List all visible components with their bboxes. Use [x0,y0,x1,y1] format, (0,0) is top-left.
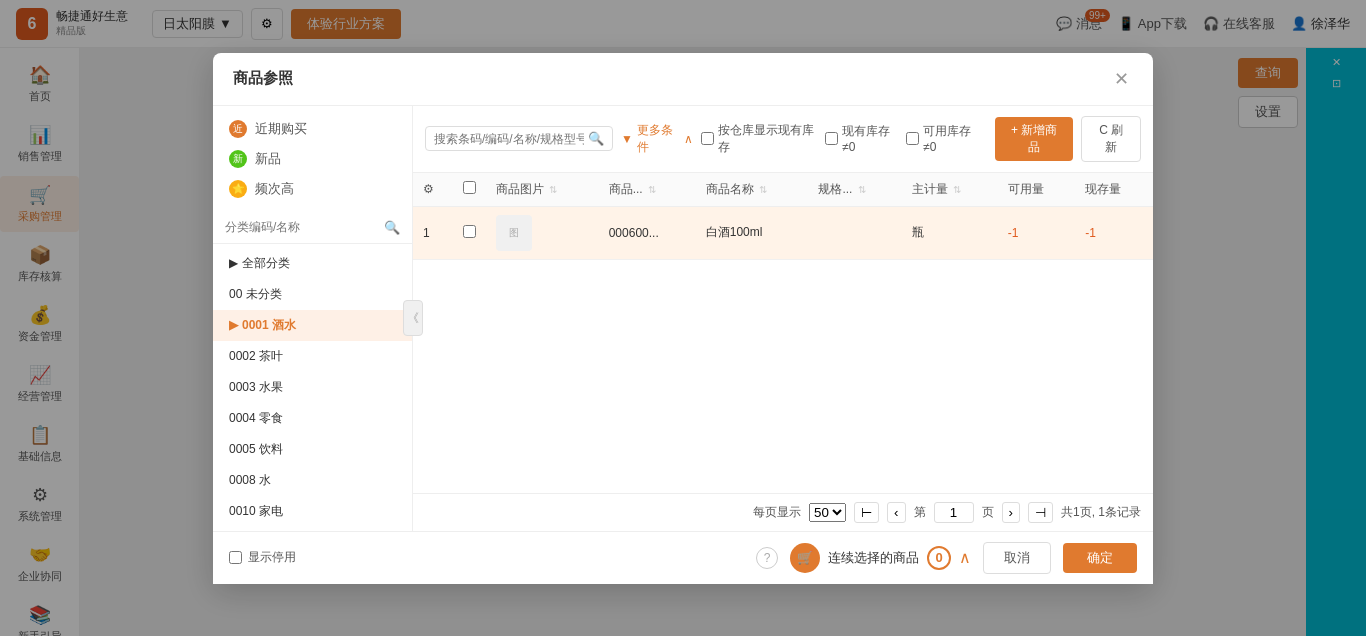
refresh-button[interactable]: C 刷新 [1081,116,1141,162]
category-beverages[interactable]: 0005 饮料 [213,434,412,465]
confirm-button[interactable]: 确定 [1063,543,1137,573]
row-checkbox[interactable] [463,225,476,238]
modal-body: 近 近期购买 新 新品 ⭐ 频次高 [213,106,1153,531]
select-all-checkbox[interactable] [463,181,476,194]
add-product-button[interactable]: + 新增商品 [995,117,1073,161]
modal-left-panel: 近 近期购买 新 新品 ⭐ 频次高 [213,106,413,531]
filter-icon: ▼ [621,132,633,146]
new-icon: 新 [229,150,247,168]
col-spec: 规格... ⇅ [808,173,901,207]
filter-arrow-icon: ∧ [684,132,693,146]
product-table-wrap: ⚙ 商品图片 ⇅ 商品... ⇅ [413,173,1153,493]
row-index: 1 [413,206,453,259]
category-fruit[interactable]: 0003 水果 [213,372,412,403]
modal-overlay: 商品参照 ✕ 近 近期购买 新 新品 [0,0,1366,636]
arrow-icon: ▶ [229,256,238,270]
row-stock: -1 [1075,206,1153,259]
show-disabled-label[interactable]: 显示停用 [229,549,296,566]
col-settings[interactable]: ⚙ [413,173,453,207]
row-image: 图 [486,206,599,259]
cancel-button[interactable]: 取消 [983,542,1051,574]
cart-label: 连续选择的商品 [828,549,919,567]
prev-page-button[interactable]: ‹ [887,502,905,523]
quick-link-new[interactable]: 新 新品 [213,144,412,174]
product-reference-modal: 商品参照 ✕ 近 近期购买 新 新品 [213,53,1153,584]
page-size-label: 每页显示 [753,504,801,521]
category-tea[interactable]: 0002 茶叶 [213,341,412,372]
more-filter-button[interactable]: ▼ 更多条件 ∧ [621,122,693,156]
category-water[interactable]: 0008 水 [213,465,412,496]
row-code: 000600... [599,206,696,259]
category-snacks[interactable]: 0004 零食 [213,403,412,434]
product-search-input[interactable] [434,132,584,146]
quick-link-new-label: 新品 [255,150,281,168]
cart-section: 🛒 连续选择的商品 0 ∧ [790,543,971,573]
col-stock: 现存量 [1075,173,1153,207]
col-image: 商品图片 ⇅ [486,173,599,207]
category-list: ▶ 全部分类 00 未分类 ▶ 0001 酒水 0002 茶叶 [213,244,412,531]
product-search-wrap: 🔍 [425,126,613,151]
show-disabled-checkbox[interactable] [229,551,242,564]
last-page-button[interactable]: ⊣ [1028,502,1053,523]
quick-links: 近 近期购买 新 新品 ⭐ 频次高 [213,106,412,212]
next-page-button[interactable]: › [1002,502,1020,523]
modal-close-button[interactable]: ✕ [1109,67,1133,91]
col-available: 可用量 [998,173,1076,207]
pagination: 每页显示 50 ⊢ ‹ 第 页 › ⊣ 共1页, 1条记录 [413,493,1153,531]
modal-header: 商品参照 ✕ [213,53,1153,106]
checkbox-available-stock[interactable]: 可用库存≠0 [906,123,979,154]
quick-link-recent[interactable]: 近 近期购买 [213,114,412,144]
star-icon: ⭐ [229,180,247,198]
modal-title: 商品参照 [233,69,293,88]
row-checkbox-cell[interactable] [453,206,486,259]
product-table: ⚙ 商品图片 ⇅ 商品... ⇅ [413,173,1153,260]
available-stock-checkbox[interactable] [906,132,919,145]
quick-link-frequent[interactable]: ⭐ 频次高 [213,174,412,204]
warehouse-stock-checkbox[interactable] [701,132,714,145]
help-icon[interactable]: ? [756,547,778,569]
quick-link-frequent-label: 频次高 [255,180,294,198]
modal-toolbar: 🔍 ▼ 更多条件 ∧ 按仓库显示现有库存 现有库存≠0 [413,106,1153,173]
page-unit: 页 [982,504,994,521]
category-appliances[interactable]: 0010 家电 [213,496,412,527]
col-name: 商品名称 ⇅ [696,173,809,207]
row-available: -1 [998,206,1076,259]
row-spec [808,206,901,259]
category-uncategorized[interactable]: 00 未分类 [213,279,412,310]
search-icon[interactable]: 🔍 [588,131,604,146]
total-info: 共1页, 1条记录 [1061,504,1141,521]
row-name: 白酒100ml [696,206,809,259]
collapse-panel-button[interactable]: 《 [403,300,423,336]
quick-link-recent-label: 近期购买 [255,120,307,138]
checkbox-warehouse-stock[interactable]: 按仓库显示现有库存 [701,122,818,156]
product-image: 图 [496,215,532,251]
checkbox-current-stock[interactable]: 现有库存≠0 [825,123,898,154]
category-all[interactable]: ▶ 全部分类 [213,248,412,279]
page-size-select[interactable]: 50 [809,503,846,522]
category-search-icon[interactable]: 🔍 [384,220,400,235]
cart-icon[interactable]: 🛒 [790,543,820,573]
category-search-input[interactable] [225,220,378,234]
cart-count: 0 [927,546,951,570]
modal-footer: 显示停用 ? 🛒 连续选择的商品 0 ∧ 取消 确定 [213,531,1153,584]
cart-collapse-icon[interactable]: ∧ [959,548,971,567]
col-code: 商品... ⇅ [599,173,696,207]
page-label: 第 [914,504,926,521]
category-search: 🔍 [213,212,412,244]
modal-right-panel: 🔍 ▼ 更多条件 ∧ 按仓库显示现有库存 现有库存≠0 [413,106,1153,531]
row-unit: 瓶 [902,206,998,259]
current-stock-checkbox[interactable] [825,132,838,145]
clock-icon: 近 [229,120,247,138]
table-row[interactable]: 1 图 000600... 白酒100ml [413,206,1153,259]
page-input[interactable] [934,502,974,523]
col-checkbox [453,173,486,207]
arrow-icon: ▶ [229,318,238,332]
modal-left-wrap: 近 近期购买 新 新品 ⭐ 频次高 [213,106,413,531]
col-unit: 主计量 ⇅ [902,173,998,207]
category-liquor[interactable]: ▶ 0001 酒水 [213,310,412,341]
first-page-button[interactable]: ⊢ [854,502,879,523]
